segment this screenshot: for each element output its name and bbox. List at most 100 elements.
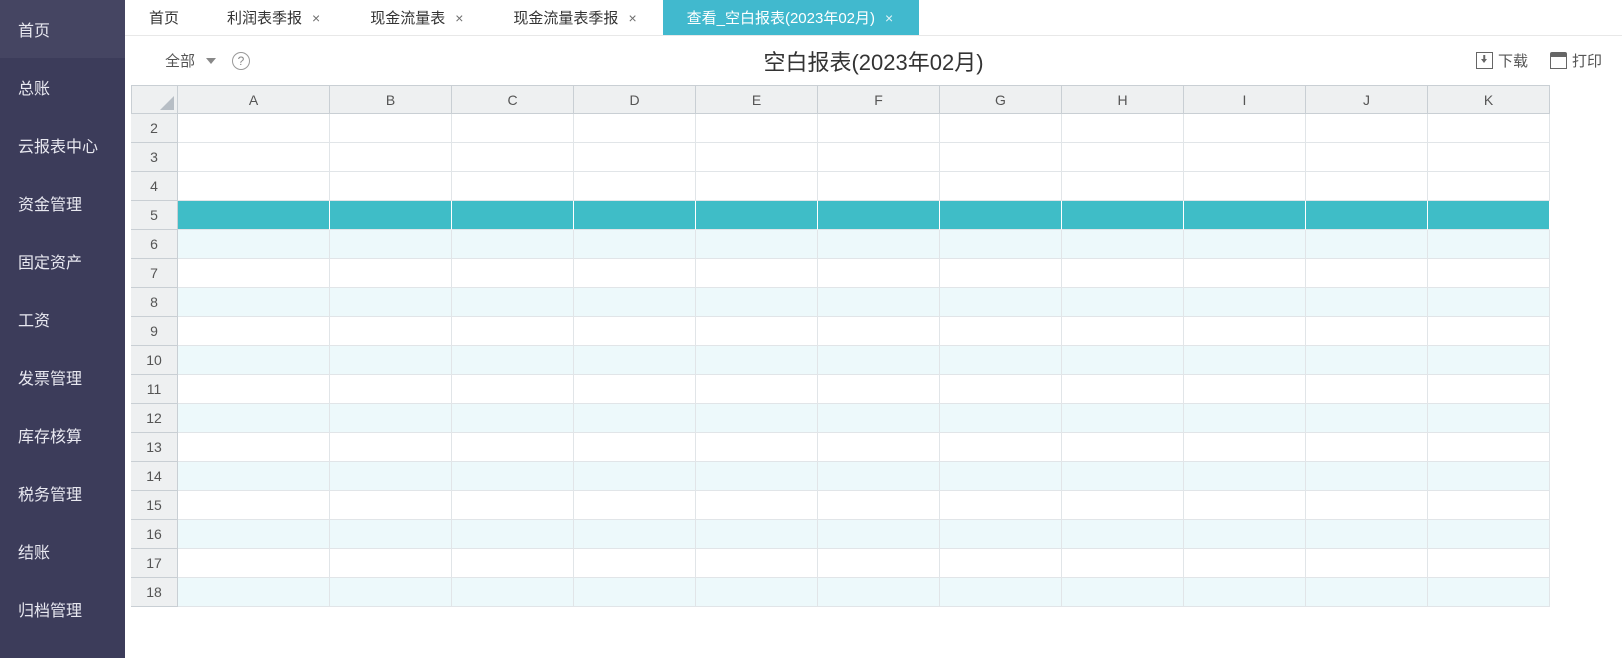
cell-K11[interactable] [1428, 375, 1550, 404]
tab-2[interactable]: 现金流量表× [346, 0, 489, 35]
cell-H2[interactable] [1062, 114, 1184, 143]
cell-E5[interactable] [696, 201, 818, 230]
cell-C17[interactable] [452, 549, 574, 578]
download-button[interactable]: 下载 [1476, 50, 1528, 71]
cell-C10[interactable] [452, 346, 574, 375]
cell-I5[interactable] [1184, 201, 1306, 230]
cell-B15[interactable] [330, 491, 452, 520]
sidebar-item-8[interactable]: 税务管理 [0, 464, 125, 522]
cell-J9[interactable] [1306, 317, 1428, 346]
row-header-5[interactable]: 5 [131, 201, 178, 230]
cell-F17[interactable] [818, 549, 940, 578]
sidebar-item-3[interactable]: 资金管理 [0, 174, 125, 232]
cell-F4[interactable] [818, 172, 940, 201]
cell-E14[interactable] [696, 462, 818, 491]
row-header-3[interactable]: 3 [131, 143, 178, 172]
cell-K14[interactable] [1428, 462, 1550, 491]
cell-A15[interactable] [178, 491, 330, 520]
row-header-12[interactable]: 12 [131, 404, 178, 433]
cell-K15[interactable] [1428, 491, 1550, 520]
cell-H13[interactable] [1062, 433, 1184, 462]
row-header-14[interactable]: 14 [131, 462, 178, 491]
cell-F14[interactable] [818, 462, 940, 491]
cell-F15[interactable] [818, 491, 940, 520]
cell-C16[interactable] [452, 520, 574, 549]
cell-C18[interactable] [452, 578, 574, 607]
cell-J2[interactable] [1306, 114, 1428, 143]
cell-G12[interactable] [940, 404, 1062, 433]
cell-B5[interactable] [330, 201, 452, 230]
sidebar-item-6[interactable]: 发票管理 [0, 348, 125, 406]
cell-I6[interactable] [1184, 230, 1306, 259]
cell-I12[interactable] [1184, 404, 1306, 433]
cell-I17[interactable] [1184, 549, 1306, 578]
cell-J4[interactable] [1306, 172, 1428, 201]
col-header-K[interactable]: K [1428, 85, 1550, 114]
cell-B16[interactable] [330, 520, 452, 549]
cell-F2[interactable] [818, 114, 940, 143]
cell-I13[interactable] [1184, 433, 1306, 462]
cell-B12[interactable] [330, 404, 452, 433]
cell-F8[interactable] [818, 288, 940, 317]
col-header-G[interactable]: G [940, 85, 1062, 114]
cell-B4[interactable] [330, 172, 452, 201]
cell-H4[interactable] [1062, 172, 1184, 201]
cell-D4[interactable] [574, 172, 696, 201]
cell-J16[interactable] [1306, 520, 1428, 549]
cell-C15[interactable] [452, 491, 574, 520]
col-header-J[interactable]: J [1306, 85, 1428, 114]
cell-I2[interactable] [1184, 114, 1306, 143]
close-icon[interactable]: × [453, 11, 465, 25]
cell-H5[interactable] [1062, 201, 1184, 230]
cell-K7[interactable] [1428, 259, 1550, 288]
cell-F7[interactable] [818, 259, 940, 288]
print-button[interactable]: 打印 [1550, 50, 1602, 71]
cell-E3[interactable] [696, 143, 818, 172]
cell-E7[interactable] [696, 259, 818, 288]
cell-K12[interactable] [1428, 404, 1550, 433]
cell-G13[interactable] [940, 433, 1062, 462]
cell-J12[interactable] [1306, 404, 1428, 433]
cell-H6[interactable] [1062, 230, 1184, 259]
cell-K13[interactable] [1428, 433, 1550, 462]
cell-C7[interactable] [452, 259, 574, 288]
cell-E17[interactable] [696, 549, 818, 578]
sidebar-item-7[interactable]: 库存核算 [0, 406, 125, 464]
cell-H11[interactable] [1062, 375, 1184, 404]
cell-G10[interactable] [940, 346, 1062, 375]
cell-I14[interactable] [1184, 462, 1306, 491]
sidebar-item-1[interactable]: 总账 [0, 58, 125, 116]
cell-D12[interactable] [574, 404, 696, 433]
row-header-9[interactable]: 9 [131, 317, 178, 346]
cell-J7[interactable] [1306, 259, 1428, 288]
cell-B11[interactable] [330, 375, 452, 404]
cell-H17[interactable] [1062, 549, 1184, 578]
sheet-corner[interactable] [131, 85, 178, 114]
cell-G16[interactable] [940, 520, 1062, 549]
cell-K17[interactable] [1428, 549, 1550, 578]
col-header-B[interactable]: B [330, 85, 452, 114]
row-header-4[interactable]: 4 [131, 172, 178, 201]
cell-H16[interactable] [1062, 520, 1184, 549]
cell-F12[interactable] [818, 404, 940, 433]
cell-I16[interactable] [1184, 520, 1306, 549]
close-icon[interactable]: × [310, 11, 322, 25]
cell-F6[interactable] [818, 230, 940, 259]
cell-J15[interactable] [1306, 491, 1428, 520]
cell-G18[interactable] [940, 578, 1062, 607]
close-icon[interactable]: × [626, 11, 638, 25]
col-header-D[interactable]: D [574, 85, 696, 114]
cell-J5[interactable] [1306, 201, 1428, 230]
cell-F3[interactable] [818, 143, 940, 172]
cell-C13[interactable] [452, 433, 574, 462]
cell-B14[interactable] [330, 462, 452, 491]
cell-G14[interactable] [940, 462, 1062, 491]
cell-A5[interactable] [178, 201, 330, 230]
cell-B17[interactable] [330, 549, 452, 578]
cell-G6[interactable] [940, 230, 1062, 259]
cell-E2[interactable] [696, 114, 818, 143]
cell-A8[interactable] [178, 288, 330, 317]
row-header-10[interactable]: 10 [131, 346, 178, 375]
cell-D17[interactable] [574, 549, 696, 578]
cell-D14[interactable] [574, 462, 696, 491]
